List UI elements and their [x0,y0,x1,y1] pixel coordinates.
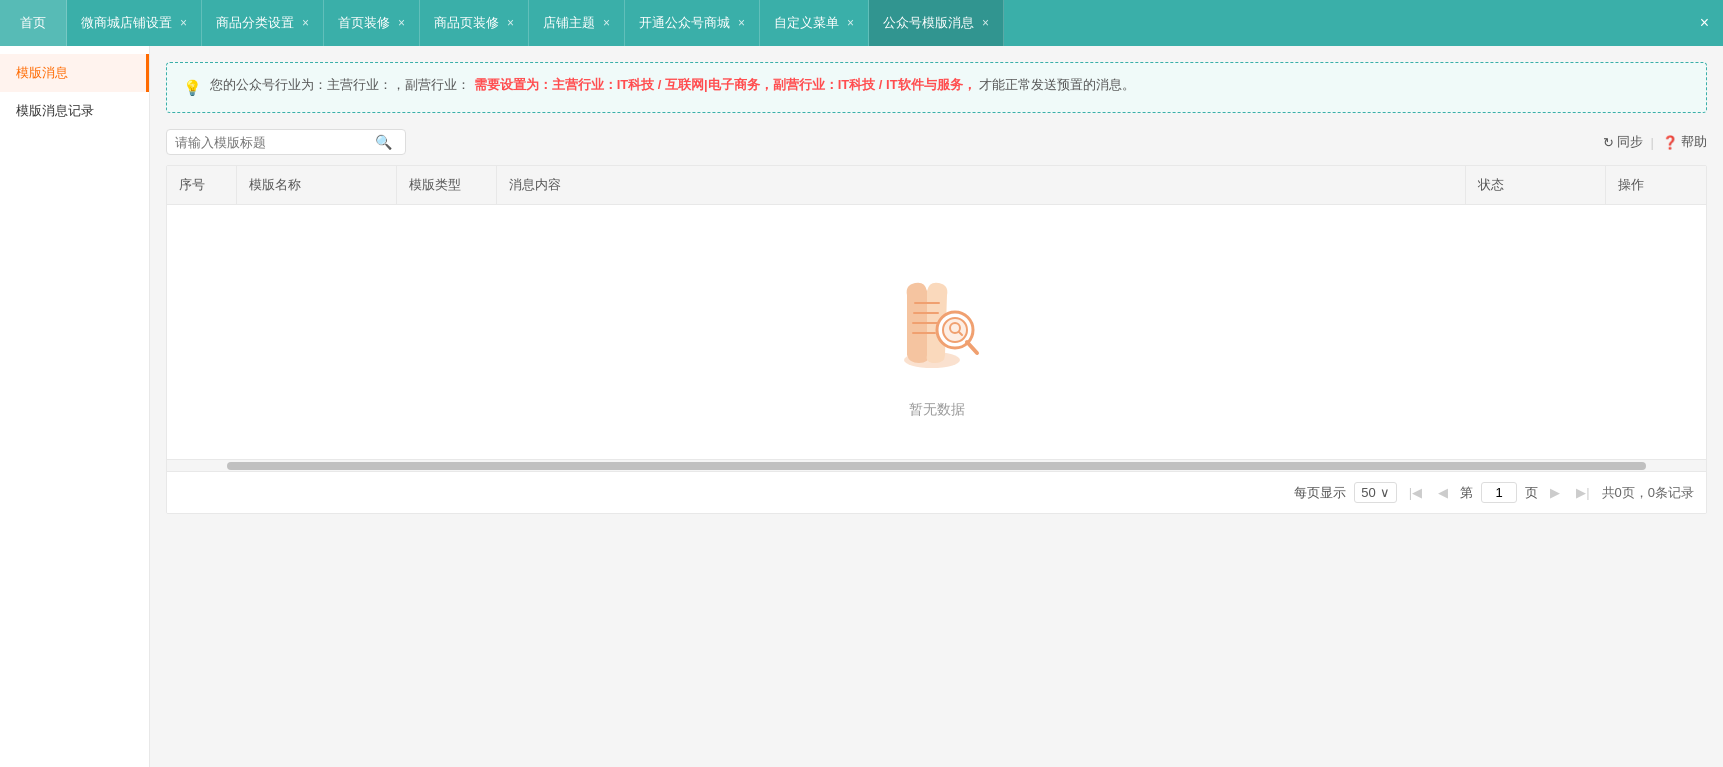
toolbar-right: ↻ 同步 | ❓ 帮助 [1603,133,1707,151]
info-suffix: 才能正常发送预置的消息。 [979,77,1135,92]
page-next-button[interactable]: ▶ [1546,483,1564,502]
sidebar-item-template-msg-label: 模版消息 [16,65,68,80]
tab-store-settings-label: 微商城店铺设置 [81,14,172,32]
page-unit: 页 [1525,484,1538,502]
search-input[interactable] [175,135,375,150]
tab-product-decoration-label: 商品页装修 [434,14,499,32]
search-icon[interactable]: 🔍 [375,134,392,150]
info-banner: 💡 您的公众号行业为：主营行业：，副营行业： 需要设置为：主营行业：IT科技 /… [166,62,1707,113]
page-total: 共0页，0条记录 [1602,484,1694,502]
sidebar-item-template-msg-log[interactable]: 模版消息记录 [0,92,149,130]
close-all-tabs[interactable]: × [1686,0,1723,46]
tab-product-decoration[interactable]: 商品页装修 × [420,0,529,46]
empty-illustration [877,265,997,385]
empty-state: 暂无数据 [167,205,1706,459]
search-row: 🔍 ↻ 同步 | ❓ 帮助 [166,129,1707,155]
info-banner-text: 您的公众号行业为：主营行业：，副营行业： 需要设置为：主营行业：IT科技 / 互… [210,75,1135,96]
page-size-dropdown-icon: ∨ [1380,485,1390,500]
bulb-icon: 💡 [183,76,202,100]
info-highlight: 需要设置为：主营行业：IT科技 / 互联网|电子商务，副营行业：IT科技 / I… [474,77,976,92]
tab-template-msg-label: 公众号模版消息 [883,14,974,32]
toolbar-divider: | [1651,135,1654,150]
page-size-select[interactable]: 50 ∨ [1354,482,1396,503]
tab-home[interactable]: 首页 [0,0,67,46]
th-name: 模版名称 [237,166,397,204]
th-action: 操作 [1606,166,1706,204]
content-area: 💡 您的公众号行业为：主营行业：，副营行业： 需要设置为：主营行业：IT科技 /… [150,46,1723,767]
tab-open-mall-label: 开通公众号商城 [639,14,730,32]
page-first-button[interactable]: |◀ [1405,483,1426,502]
tab-custom-menu-label: 自定义菜单 [774,14,839,32]
close-tab-product-decoration[interactable]: × [507,16,514,30]
svg-line-7 [967,342,977,353]
close-tab-template-msg[interactable]: × [982,16,989,30]
tab-home-decoration-label: 首页装修 [338,14,390,32]
table-header: 序号 模版名称 模版类型 消息内容 状态 操作 [167,166,1706,205]
page-current-input[interactable] [1481,482,1517,503]
tab-store-settings[interactable]: 微商城店铺设置 × [67,0,202,46]
scrollbar-thumb[interactable] [227,462,1646,470]
tab-home-decoration[interactable]: 首页装修 × [324,0,420,46]
sidebar: 模版消息 模版消息记录 [0,46,150,767]
close-tab-category[interactable]: × [302,16,309,30]
tab-category-settings[interactable]: 商品分类设置 × [202,0,324,46]
tab-template-msg[interactable]: 公众号模版消息 × [869,0,1004,46]
tab-store-theme-label: 店铺主题 [543,14,595,32]
close-tab-home-decoration[interactable]: × [398,16,405,30]
help-label: 帮助 [1681,133,1707,151]
close-tab-open-mall[interactable]: × [738,16,745,30]
search-input-wrap[interactable]: 🔍 [166,129,406,155]
sidebar-item-template-msg[interactable]: 模版消息 [0,54,149,92]
empty-text: 暂无数据 [909,401,965,419]
th-content: 消息内容 [497,166,1466,204]
page-prev-button[interactable]: ◀ [1434,483,1452,502]
tab-home-label: 首页 [20,14,46,32]
page-last-button[interactable]: ▶| [1572,483,1593,502]
pagination: 每页显示 50 ∨ |◀ ◀ 第 页 ▶ ▶| 共0页，0条记录 [167,471,1706,513]
th-type: 模版类型 [397,166,497,204]
th-status: 状态 [1466,166,1606,204]
svg-point-6 [943,318,967,342]
sidebar-item-template-msg-log-label: 模版消息记录 [16,103,94,118]
page-size-value: 50 [1361,485,1375,500]
page-size-label: 每页显示 [1294,484,1346,502]
close-all-icon: × [1700,14,1709,32]
horizontal-scrollbar[interactable] [167,459,1706,471]
close-tab-store-theme[interactable]: × [603,16,610,30]
sync-icon: ↻ [1603,135,1614,150]
data-table: 序号 模版名称 模版类型 消息内容 状态 操作 [166,165,1707,514]
page-prefix: 第 [1460,484,1473,502]
tab-open-mall[interactable]: 开通公众号商城 × [625,0,760,46]
sync-label: 同步 [1617,133,1643,151]
tab-custom-menu[interactable]: 自定义菜单 × [760,0,869,46]
tab-store-theme[interactable]: 店铺主题 × [529,0,625,46]
help-icon: ❓ [1662,135,1678,150]
sync-button[interactable]: ↻ 同步 [1603,133,1643,151]
info-prefix: 您的公众号行业为：主营行业：，副营行业： [210,77,470,92]
close-tab-custom-menu[interactable]: × [847,16,854,30]
tab-category-settings-label: 商品分类设置 [216,14,294,32]
th-index: 序号 [167,166,237,204]
help-button[interactable]: ❓ 帮助 [1662,133,1707,151]
top-navigation: 首页 微商城店铺设置 × 商品分类设置 × 首页装修 × 商品页装修 × 店铺主… [0,0,1723,46]
main-layout: 模版消息 模版消息记录 💡 您的公众号行业为：主营行业：，副营行业： 需要设置为… [0,46,1723,767]
close-tab-store-settings[interactable]: × [180,16,187,30]
